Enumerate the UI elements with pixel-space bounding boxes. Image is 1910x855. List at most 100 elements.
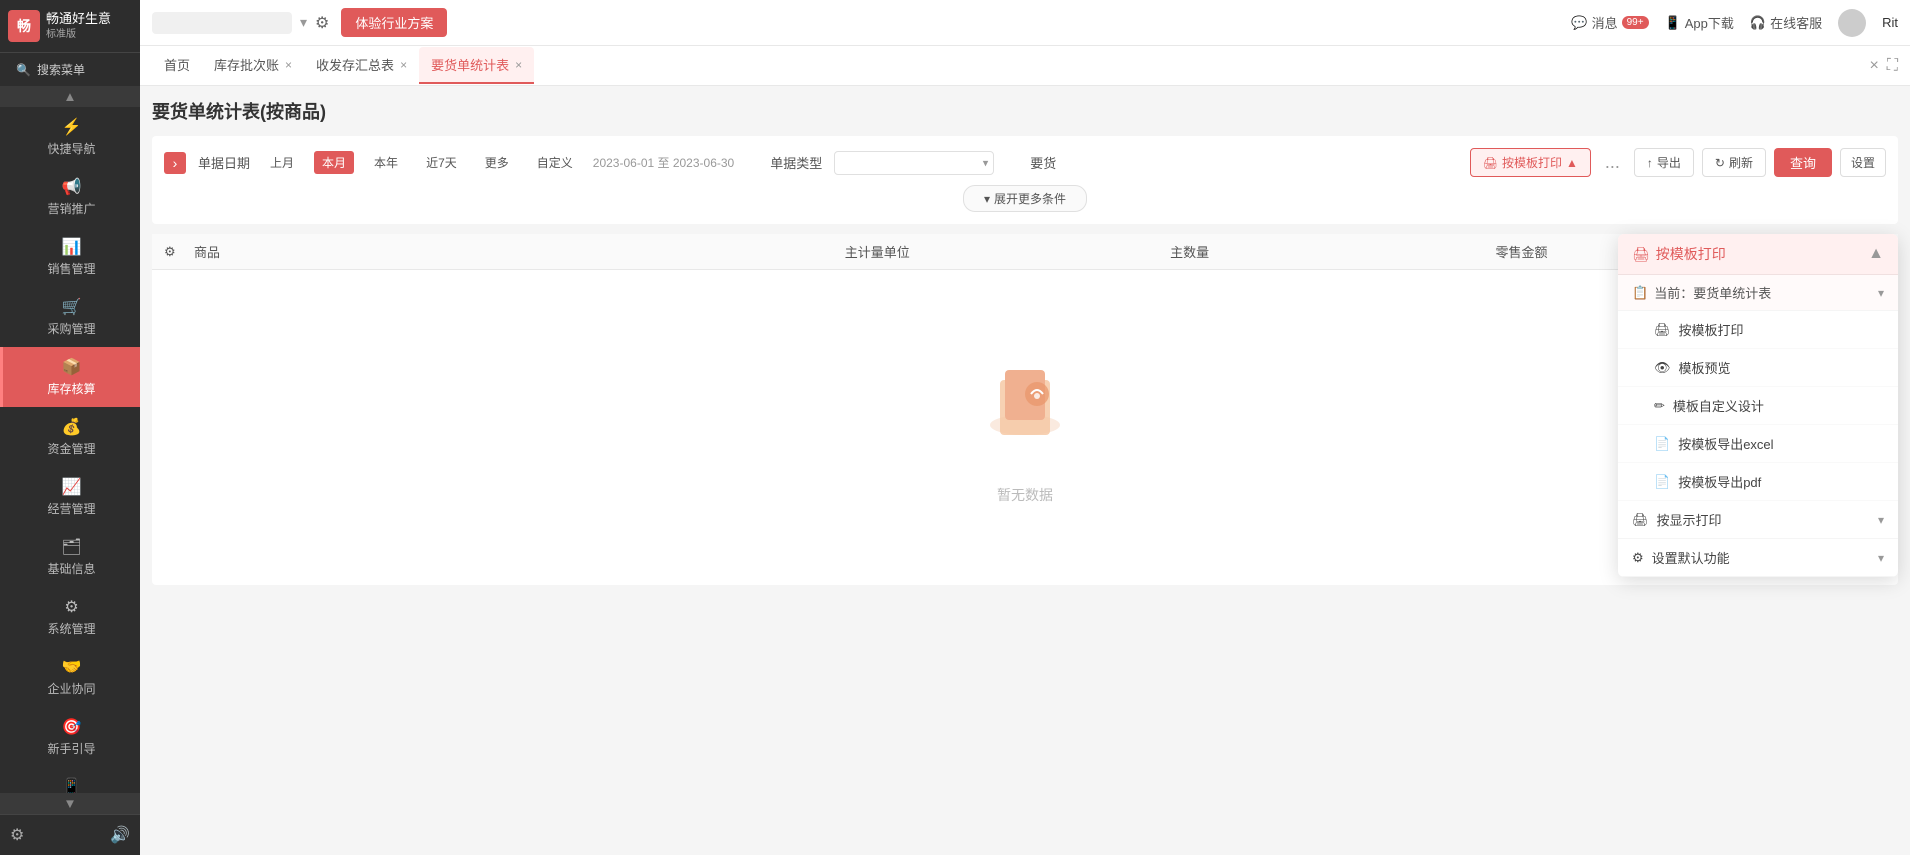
export-icon: ↑ — [1647, 156, 1653, 170]
date-range-text: 2023-06-01 至 2023-06-30 — [593, 154, 734, 171]
template-preview-label: 模板预览 — [1679, 358, 1731, 377]
expand-more-button[interactable]: ▾ 展开更多条件 — [963, 185, 1087, 212]
quick-nav-icon: ⚡ — [62, 117, 82, 137]
settings-icon[interactable]: ⚙ — [10, 825, 24, 845]
online-service-button[interactable]: 🎧 在线客服 — [1750, 13, 1822, 32]
print-template-export-excel-item[interactable]: 📄 按模板导出excel — [1618, 425, 1898, 463]
expand-icon: ▾ — [984, 192, 990, 206]
content-area: 要货单统计表(按商品) › 单据日期 上月 本月 本年 近7天 更多 自定义 2… — [140, 86, 1910, 855]
sidebar-item-label: 基础信息 — [47, 560, 95, 577]
topbar-settings-icon[interactable]: ⚙ — [315, 13, 329, 33]
empty-icon — [975, 350, 1075, 469]
print-default-setting-section[interactable]: ⚙ 设置默认功能 ▾ — [1618, 539, 1898, 577]
tab-home[interactable]: 首页 — [152, 47, 202, 84]
topbar-right: 💬 消息 99+ 📱 App下载 🎧 在线客服 Rit — [1571, 9, 1898, 37]
more-options-button[interactable]: ... — [1599, 150, 1626, 175]
message-badge: 99+ — [1622, 16, 1649, 29]
app-logo-icon: 畅 — [8, 10, 40, 42]
app-version: 标准版 — [46, 28, 111, 41]
tab-batch-account[interactable]: 库存批次账 × — [202, 47, 304, 84]
tab-receipt-summary-close[interactable]: × — [400, 58, 407, 72]
topbar-search-input[interactable] — [152, 12, 292, 34]
filter-expand-icon-button[interactable]: › — [164, 152, 186, 174]
app-download-label: App下载 — [1685, 13, 1734, 32]
print-template-button[interactable]: 🖨 按模板打印 ▲ — [1470, 148, 1591, 177]
tab-close-all-button[interactable]: × — [1869, 57, 1878, 75]
sidebar-item-system[interactable]: ⚙ 系统管理 — [0, 587, 140, 647]
print-dropdown-header: 🖨 按模板打印 ▲ — [1618, 234, 1898, 275]
sidebar-item-basic[interactable]: 🗂 基础信息 — [0, 527, 140, 587]
page-title: 要货单统计表(按商品) — [152, 98, 1898, 124]
col-settings-icon[interactable]: ⚙ — [164, 244, 176, 259]
message-icon: 💬 — [1571, 15, 1587, 31]
tab-receipt-summary[interactable]: 收发存汇总表 × — [304, 47, 419, 84]
industry-solution-button[interactable]: 体验行业方案 — [341, 8, 447, 37]
user-avatar[interactable] — [1838, 9, 1866, 37]
date-btn-current-year[interactable]: 本年 — [366, 151, 406, 174]
main-area: ▾ ⚙ 体验行业方案 💬 消息 99+ 📱 App下载 🎧 在线客服 Rit 首… — [140, 0, 1910, 855]
sidebar-search[interactable]: 🔍 搜索菜单 — [0, 53, 140, 86]
tab-batch-account-close[interactable]: × — [285, 58, 292, 72]
sidebar-item-marketing[interactable]: 📢 营销推广 — [0, 167, 140, 227]
export-button[interactable]: ↑ 导出 — [1634, 148, 1694, 177]
default-setting-text: 设置默认功能 — [1652, 548, 1730, 567]
template-export-excel-icon: 📄 — [1654, 436, 1670, 452]
sidebar-item-label: 新手引导 — [47, 740, 95, 757]
sidebar: 畅 畅通好生意 标准版 🔍 搜索菜单 ▲ ⚡ 快捷导航 📢 营销推广 📊 销售管… — [0, 0, 140, 855]
sidebar-item-operation[interactable]: 📈 经营管理 — [0, 467, 140, 527]
date-btn-custom[interactable]: 自定义 — [529, 151, 581, 174]
service-icon: 🎧 — [1750, 15, 1766, 31]
col-product-label: 商品 — [194, 245, 220, 260]
refresh-label: 刷新 — [1729, 154, 1753, 171]
filter-card: › 单据日期 上月 本月 本年 近7天 更多 自定义 2023-06-01 至 … — [152, 136, 1898, 224]
query-button[interactable]: 查询 — [1774, 148, 1832, 177]
display-print-text: 按显示打印 — [1657, 510, 1722, 529]
sidebar-scroll-up[interactable]: ▲ — [0, 86, 140, 107]
app-download-button[interactable]: 📱 App下载 — [1665, 13, 1734, 32]
sidebar-item-newbie[interactable]: 🎯 新手引导 — [0, 707, 140, 767]
print-template-preview-item[interactable]: 👁 模板预览 — [1618, 349, 1898, 387]
logo-abbr: 畅 — [17, 16, 31, 36]
sound-icon[interactable]: 🔊 — [110, 825, 130, 845]
column-settings-button[interactable]: 设置 — [1840, 148, 1886, 177]
newbie-icon: 🎯 — [62, 717, 82, 737]
topbar-chevron-icon[interactable]: ▾ — [300, 14, 307, 31]
export-label: 导出 — [1657, 154, 1681, 171]
sidebar-item-sales[interactable]: 📊 销售管理 — [0, 227, 140, 287]
date-btn-prev-month[interactable]: 上月 — [262, 151, 302, 174]
default-setting-label: ⚙ 设置默认功能 — [1632, 548, 1730, 567]
refresh-button[interactable]: ↻ 刷新 — [1702, 148, 1766, 177]
print-template-export-pdf-item[interactable]: 📄 按模板导出pdf — [1618, 463, 1898, 501]
col-settings: ⚙ — [164, 244, 194, 260]
message-button[interactable]: 💬 消息 99+ — [1571, 13, 1648, 32]
sidebar-item-collab[interactable]: 🤝 企业协同 — [0, 647, 140, 707]
tab-order-stats-label: 要货单统计表 — [431, 55, 509, 74]
marketing-icon: 📢 — [62, 177, 82, 197]
sidebar-item-purchase[interactable]: 🛒 采购管理 — [0, 287, 140, 347]
online-service-label: 在线客服 — [1770, 13, 1822, 32]
sidebar-nav: ⚡ 快捷导航 📢 营销推广 📊 销售管理 🛒 采购管理 📦 库存核算 💰 资金管… — [0, 107, 140, 793]
sidebar-bottom: ⚙ 🔊 — [0, 814, 140, 855]
sidebar-item-finance[interactable]: 💰 资金管理 — [0, 407, 140, 467]
print-template-custom-item[interactable]: ✏ 模板自定义设计 — [1618, 387, 1898, 425]
date-btn-more[interactable]: 更多 — [477, 151, 517, 174]
tab-expand-button[interactable]: ⛶ — [1887, 57, 1898, 75]
type-select[interactable] — [834, 151, 994, 175]
print-display-print-section[interactable]: 🖨 按显示打印 ▾ — [1618, 501, 1898, 539]
print-dropdown-close-button[interactable]: ▲ — [1868, 245, 1884, 263]
print-template-print-item[interactable]: 🖨 按模板打印 — [1618, 311, 1898, 349]
sidebar-item-label: 资金管理 — [47, 440, 95, 457]
sidebar-item-app-center[interactable]: 📱 应用中心 — [0, 767, 140, 793]
sidebar-item-inventory[interactable]: 📦 库存核算 — [0, 347, 140, 407]
date-btn-last-7[interactable]: 近7天 — [418, 151, 465, 174]
sidebar-scroll-down[interactable]: ▼ — [0, 793, 140, 814]
sidebar-item-quick-nav[interactable]: ⚡ 快捷导航 — [0, 107, 140, 167]
print-dropdown-current[interactable]: 📋 当前：要货单统计表 ▾ — [1618, 275, 1898, 311]
col-unit-label: 主计量单位 — [845, 245, 910, 260]
topbar: ▾ ⚙ 体验行业方案 💬 消息 99+ 📱 App下载 🎧 在线客服 Rit — [140, 0, 1910, 46]
tab-order-stats-close[interactable]: × — [515, 58, 522, 72]
date-btn-current-month[interactable]: 本月 — [314, 151, 354, 174]
collab-icon: 🤝 — [62, 657, 82, 677]
tab-order-stats[interactable]: 要货单统计表 × — [419, 47, 534, 84]
download-icon: 📱 — [1665, 15, 1681, 31]
